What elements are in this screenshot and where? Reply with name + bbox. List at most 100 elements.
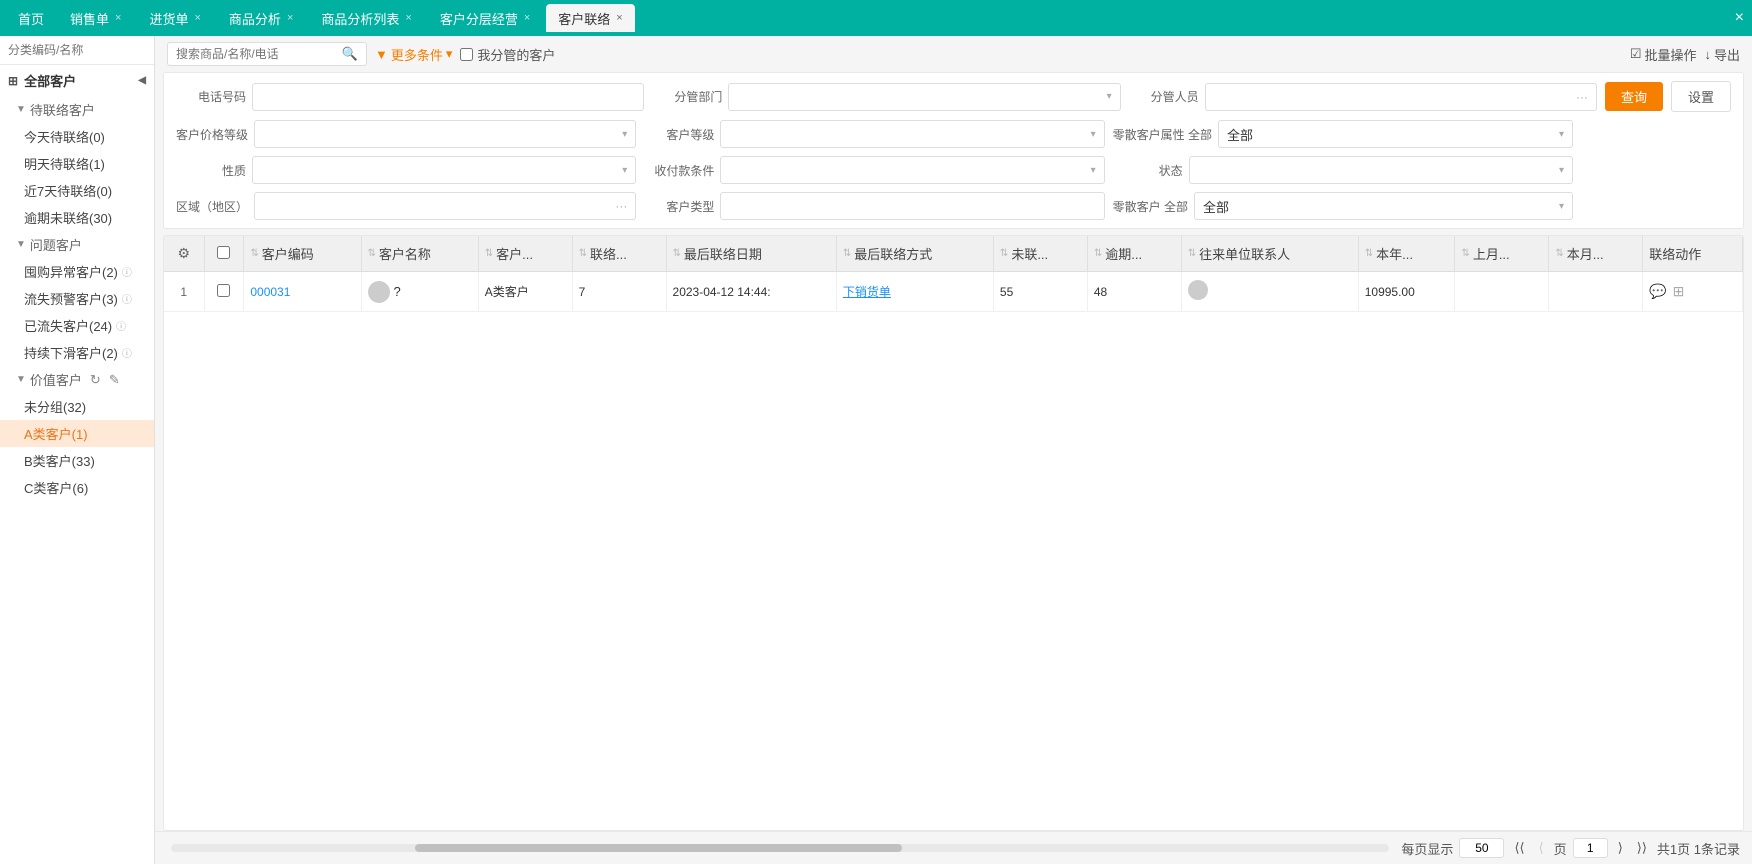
row-code[interactable]: 000031 <box>244 272 361 312</box>
info-icon-1: ⓘ <box>122 264 132 279</box>
row-this-month <box>1549 272 1643 312</box>
retail-attr-dropdown-arrow: ▾ <box>1559 129 1564 140</box>
close-window-btn[interactable]: × <box>1735 9 1744 27</box>
col-type: ⇅ 客户... <box>478 236 572 272</box>
tab-product-list[interactable]: 商品分析列表 × <box>309 4 423 32</box>
row-checkbox[interactable] <box>217 284 230 297</box>
sort-icon-contact: ⇅ <box>579 248 587 259</box>
close-product-analysis-tab[interactable]: × <box>287 12 293 24</box>
table-settings-icon[interactable]: ⚙ <box>177 245 190 261</box>
row-overdue: 48 <box>1087 272 1181 312</box>
person-more-btn[interactable]: ··· <box>1576 90 1588 104</box>
row-name[interactable]: ? <box>361 272 478 312</box>
tab-sales[interactable]: 销售单 × <box>58 4 133 32</box>
close-purchase-tab[interactable]: × <box>194 12 200 24</box>
edit-icon[interactable]: ✎ <box>109 372 120 388</box>
sidebar-item-declining[interactable]: 持续下滑客户(2) ⓘ <box>0 339 154 366</box>
search-submit-icon[interactable]: 🔍 <box>342 46 358 62</box>
filter-nature-label: 性质 <box>176 162 246 179</box>
toolbar: 🔍 ▼ 更多条件 ▾ 我分管的客户 ☑ 批量操作 <box>155 36 1752 72</box>
sidebar-item-7days-contact[interactable]: 近7天待联络(0) <box>0 177 154 204</box>
filter-retail-select[interactable]: 全部 ▾ <box>1194 192 1573 220</box>
total-label: 共1页 1条记录 <box>1657 839 1740 858</box>
close-customer-contact-tab[interactable]: × <box>616 12 622 24</box>
filter-retail-label: 零散客户 全部 <box>1113 198 1188 215</box>
filter-status-select[interactable]: ▾ <box>1189 156 1573 184</box>
horizontal-scrollbar[interactable] <box>171 844 1389 852</box>
col-last-month: ⇅ 上月... <box>1455 236 1549 272</box>
sidebar-item-class-a[interactable]: A类客户(1) <box>0 420 154 447</box>
close-customer-segment-tab[interactable]: × <box>524 12 530 24</box>
region-more-btn[interactable]: ··· <box>615 199 627 213</box>
search-btn[interactable]: 查询 <box>1605 82 1663 111</box>
filter-payment-select[interactable]: ▾ <box>720 156 1104 184</box>
row-contact: 7 <box>572 272 666 312</box>
refresh-icon[interactable]: ↻ <box>90 372 101 388</box>
prev-page-btn[interactable]: ⟨ <box>1535 838 1548 858</box>
sidebar-search-input[interactable] <box>8 43 155 57</box>
filter-phone-input[interactable] <box>252 83 644 111</box>
row-action: 💬 ⊞ <box>1643 272 1743 312</box>
filter-nature-select[interactable]: ▾ <box>252 156 636 184</box>
sidebar-item-unclassified[interactable]: 未分组(32) <box>0 393 154 420</box>
current-page-input[interactable] <box>1573 838 1608 858</box>
col-overdue: ⇅ 逾期... <box>1087 236 1181 272</box>
filter-cust-level-select[interactable]: ▾ <box>720 120 1104 148</box>
table-header-row: ⚙ ⇅ 客户编码 <box>164 236 1743 272</box>
filter-row-3: 性质 ▾ 收付款条件 ▾ 状态 <box>176 156 1731 184</box>
all-customers-header[interactable]: ⊞ 全部客户 ◀ <box>0 65 154 96</box>
page-label: 页 <box>1554 839 1567 858</box>
sidebar-item-tomorrow-contact[interactable]: 明天待联络(1) <box>0 150 154 177</box>
filter-region-label: 区域（地区） <box>176 198 248 215</box>
filter-retail-attr-select[interactable]: 全部 ▾ <box>1218 120 1573 148</box>
nav-home[interactable]: 首页 <box>8 9 54 28</box>
qr-action-icon[interactable]: ⊞ <box>1673 283 1685 300</box>
my-customer-checkbox-label[interactable]: 我分管的客户 <box>460 45 555 64</box>
export-icon: ↓ <box>1704 47 1711 62</box>
sidebar-item-overdue-contact[interactable]: 逾期未联络(30) <box>0 204 154 231</box>
sidebar-item-loss-warning[interactable]: 流失预警客户(3) ⓘ <box>0 285 154 312</box>
filter-price-level: 客户价格等级 ▾ <box>176 120 636 148</box>
section-pending-contact[interactable]: ▼ 待联络客户 <box>0 96 154 123</box>
filter-region-input[interactable]: ··· <box>254 192 636 220</box>
sidebar-item-class-b[interactable]: B类客户(33) <box>0 447 154 474</box>
col-name: ⇅ 客户名称 <box>361 236 478 272</box>
export-btn[interactable]: ↓ 导出 <box>1704 45 1740 64</box>
sidebar-item-abnormal[interactable]: 囤购异常客户(2) ⓘ <box>0 258 154 285</box>
filter-more-btn[interactable]: ▼ 更多条件 ▾ <box>375 45 452 64</box>
select-all-checkbox[interactable] <box>217 246 230 259</box>
sidebar-item-class-c[interactable]: C类客户(6) <box>0 474 154 501</box>
col-action: 联络动作 <box>1643 236 1743 272</box>
tab-customer-segment[interactable]: 客户分层经营 × <box>428 4 542 32</box>
my-customer-checkbox[interactable] <box>460 48 473 61</box>
tab-purchase[interactable]: 进货单 × <box>137 4 212 32</box>
filter-price-level-select[interactable]: ▾ <box>254 120 636 148</box>
tab-customer-contact[interactable]: 客户联络 × <box>546 4 634 32</box>
row-last-method[interactable]: 下销货单 <box>836 272 993 312</box>
col-last-method: ⇅ 最后联络方式 <box>836 236 993 272</box>
batch-op-btn[interactable]: ☑ 批量操作 <box>1630 45 1697 64</box>
per-page-input[interactable] <box>1459 838 1504 858</box>
per-page-label: 每页显示 <box>1401 839 1453 858</box>
filter-cust-type-input[interactable] <box>720 192 1104 220</box>
section-value-customers[interactable]: ▼ 价值客户 ↻ ✎ <box>0 366 154 393</box>
payment-dropdown-arrow: ▾ <box>1091 165 1096 176</box>
filter-dept: 分管部门 ▾ <box>652 83 1120 111</box>
next-page-btn[interactable]: ⟩ <box>1614 838 1627 858</box>
section-problem-customers[interactable]: ▼ 问题客户 <box>0 231 154 258</box>
sidebar-item-today-contact[interactable]: 今天待联络(0) <box>0 123 154 150</box>
filter-dept-select[interactable]: ▾ <box>728 83 1120 111</box>
first-page-btn[interactable]: ⟨⟨ <box>1510 838 1528 858</box>
sidebar-item-lost[interactable]: 已流失客户(24) ⓘ <box>0 312 154 339</box>
close-sales-tab[interactable]: × <box>115 12 121 24</box>
filter-cust-type-label: 客户类型 <box>644 198 714 215</box>
contact-action-icon[interactable]: 💬 <box>1649 283 1666 300</box>
table-container: ⚙ ⇅ 客户编码 <box>163 235 1744 831</box>
close-product-list-tab[interactable]: × <box>405 12 411 24</box>
last-page-btn[interactable]: ⟩⟩ <box>1633 838 1651 858</box>
settings-btn[interactable]: 设置 <box>1671 81 1731 112</box>
filter-person-input[interactable]: ··· <box>1205 83 1597 111</box>
search-input[interactable] <box>176 47 338 61</box>
collapse-icon[interactable]: ◀ <box>138 75 146 86</box>
tab-product-analysis[interactable]: 商品分析 × <box>217 4 305 32</box>
